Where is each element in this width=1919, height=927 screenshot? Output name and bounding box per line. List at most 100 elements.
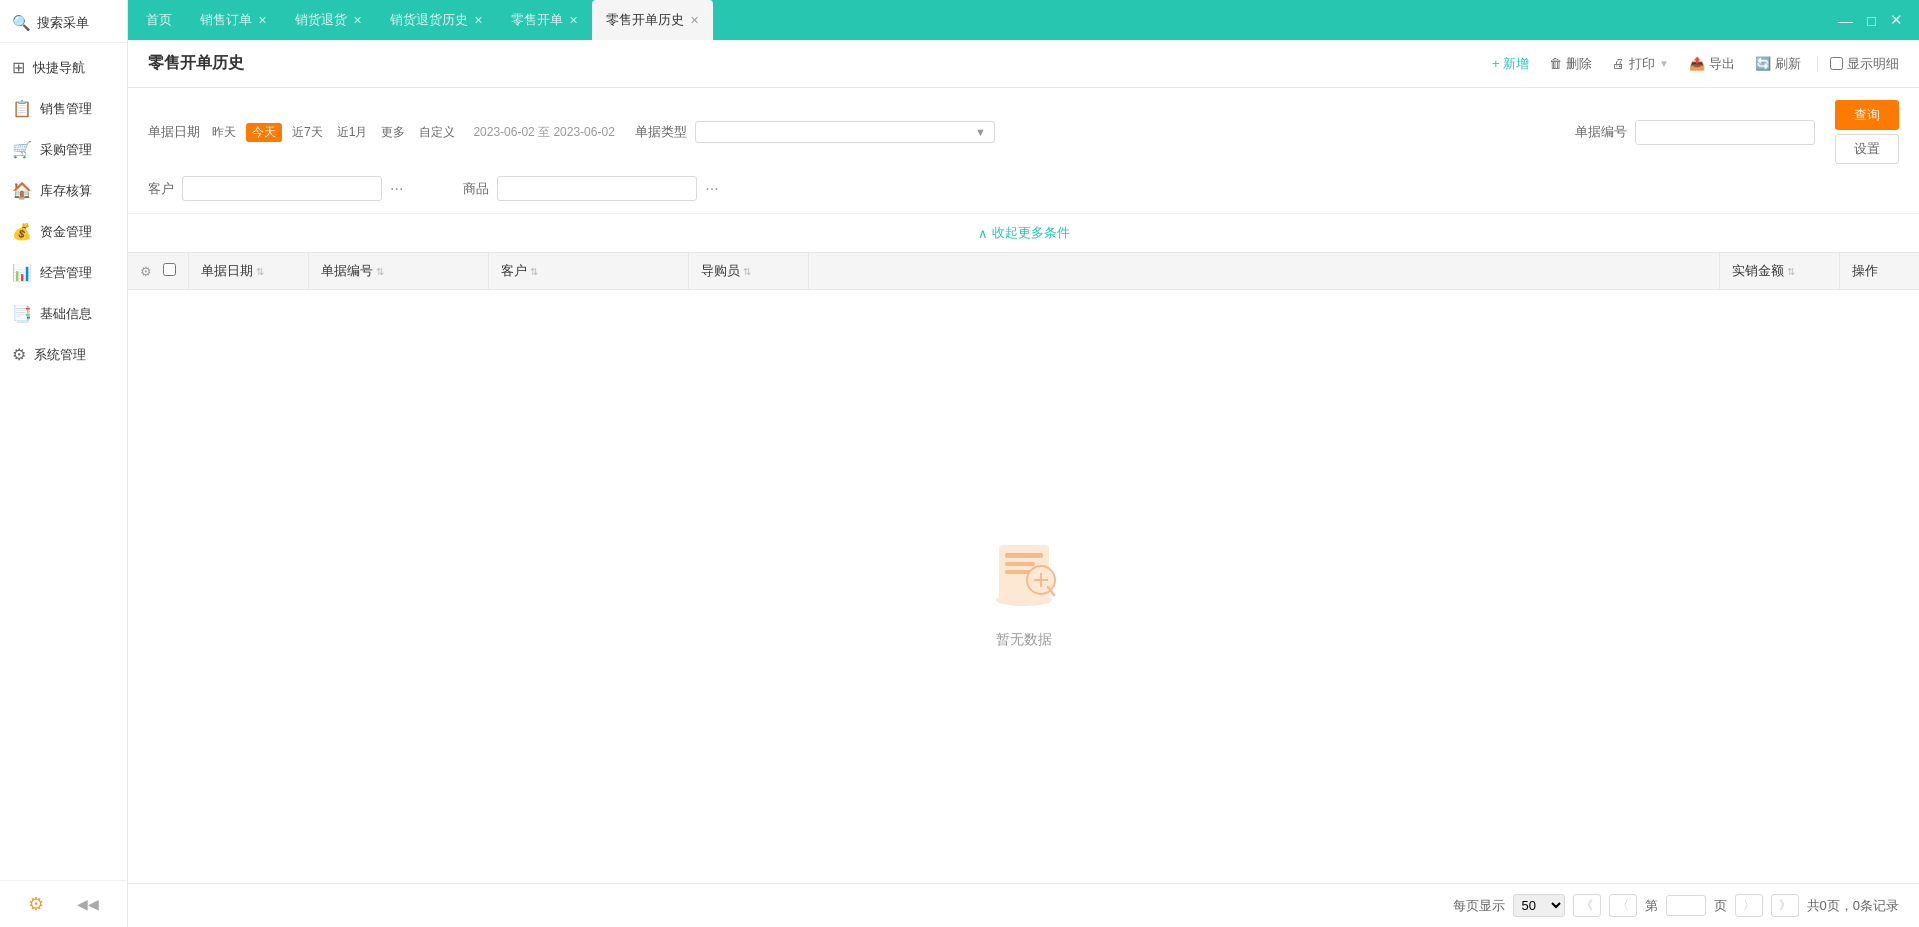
toolbar-separator: [1817, 56, 1818, 72]
tab-sales-return-history-close[interactable]: ✕: [474, 14, 483, 27]
export-button[interactable]: 📤 导出: [1685, 55, 1739, 73]
show-detail-label: 显示明细: [1847, 55, 1899, 73]
show-detail-checkbox[interactable]: [1830, 57, 1843, 70]
window-controls: — □ ✕: [1826, 11, 1915, 29]
goods-picker-icon[interactable]: ···: [705, 180, 718, 198]
more-shortcut[interactable]: 更多: [377, 123, 409, 142]
last-month-shortcut[interactable]: 近1月: [333, 123, 372, 142]
tab-sales-return-history-label: 销货退货历史: [390, 11, 468, 29]
client-input[interactable]: [182, 176, 382, 201]
finance-icon: 💰: [12, 222, 32, 241]
sidebar-item-label: 资金管理: [40, 223, 92, 241]
client-picker-icon[interactable]: ···: [390, 180, 403, 198]
sidebar-item-label: 销售管理: [40, 100, 92, 118]
date-filter-label: 单据日期: [148, 123, 200, 141]
sidebar-item-basic-info[interactable]: 📑 基础信息: [0, 293, 127, 334]
select-all-checkbox[interactable]: [163, 263, 176, 276]
prev-page-btn[interactable]: 〈: [1609, 894, 1637, 917]
tab-retail-open[interactable]: 零售开单 ✕: [497, 0, 592, 40]
client-filter-label: 客户: [148, 180, 174, 198]
delete-button[interactable]: 🗑 删除: [1545, 55, 1596, 73]
close-btn[interactable]: ✕: [1890, 11, 1903, 29]
tab-retail-history[interactable]: 零售开单历史 ✕: [592, 0, 713, 40]
today-shortcut[interactable]: 今天: [246, 123, 282, 142]
client-sort-icon[interactable]: ⇅: [530, 266, 538, 277]
goods-input[interactable]: [497, 176, 697, 201]
sidebar-menu: ⊞ 快捷导航 📋 销售管理 🛒 采购管理 🏠 库存核算 💰 资金管理 📊 经营管…: [0, 43, 127, 880]
custom-shortcut[interactable]: 自定义: [415, 123, 459, 142]
query-button[interactable]: 查询: [1835, 100, 1899, 130]
operations-icon: 📊: [12, 263, 32, 282]
yesterday-shortcut[interactable]: 昨天: [208, 123, 240, 142]
print-button[interactable]: 🖨 打印 ▼: [1608, 55, 1673, 73]
tab-home[interactable]: 首页: [132, 0, 186, 40]
sidebar-item-label: 系统管理: [34, 346, 86, 364]
tab-sales-return-close[interactable]: ✕: [353, 14, 362, 27]
filter-date-item: 单据日期 昨天 今天 近7天 近1月 更多 自定义 2023-06-02 至 2…: [148, 123, 615, 142]
col-num-label: 单据编号: [321, 262, 373, 280]
show-detail-toggle[interactable]: 显示明细: [1830, 55, 1899, 73]
print-label: 打印: [1629, 55, 1655, 73]
docnum-input[interactable]: [1635, 120, 1815, 145]
maximize-btn[interactable]: □: [1867, 12, 1876, 29]
last7days-shortcut[interactable]: 近7天: [288, 123, 327, 142]
collapse-filter-button[interactable]: ∧ 收起更多条件: [978, 218, 1070, 248]
pagination-summary: 共0页，0条记录: [1807, 897, 1899, 915]
filter-client-item: 客户 ···: [148, 176, 403, 201]
col-num-header: 单据编号 ⇅: [308, 253, 488, 290]
refresh-button[interactable]: 🔄 刷新: [1751, 55, 1805, 73]
search-menu-item[interactable]: 🔍 搜索采单: [0, 0, 127, 43]
tab-sales-return-history[interactable]: 销货退货历史 ✕: [376, 0, 497, 40]
per-page-select[interactable]: 50 10 20 100: [1513, 894, 1565, 917]
sidebar-item-label: 快捷导航: [33, 59, 85, 77]
table-settings-icon[interactable]: ⚙: [140, 264, 152, 279]
basic-info-icon: 📑: [12, 304, 32, 323]
sidebar-item-purchase-mgmt[interactable]: 🛒 采购管理: [0, 129, 127, 170]
amount-sort-icon[interactable]: ⇅: [1787, 266, 1795, 277]
next-page-btn[interactable]: 〉: [1735, 894, 1763, 917]
doctype-select[interactable]: ▼: [695, 121, 995, 143]
guide-sort-icon[interactable]: ⇅: [743, 266, 751, 277]
settings-button[interactable]: 设置: [1835, 134, 1899, 164]
goods-filter-label: 商品: [463, 180, 489, 198]
settings-icon[interactable]: ⚙: [28, 893, 44, 915]
print-icon: 🖨: [1612, 56, 1625, 71]
filter-collapse-row: ∧ 收起更多条件: [128, 213, 1919, 252]
quick-nav-icon: ⊞: [12, 58, 25, 77]
sidebar-item-finance[interactable]: 💰 资金管理: [0, 211, 127, 252]
col-op-header: 操作: [1839, 253, 1919, 290]
page-input[interactable]: 1: [1666, 895, 1706, 916]
sidebar-item-sales-mgmt[interactable]: 📋 销售管理: [0, 88, 127, 129]
tab-sales-order-close[interactable]: ✕: [258, 14, 267, 27]
tab-retail-open-close[interactable]: ✕: [569, 14, 578, 27]
date-sort-icon[interactable]: ⇅: [256, 266, 264, 277]
add-button[interactable]: + 新增: [1488, 55, 1533, 73]
filter-goods-item: 商品 ···: [463, 176, 718, 201]
collapse-sidebar-icon[interactable]: ◀◀: [77, 896, 99, 912]
sidebar-item-operations[interactable]: 📊 经营管理: [0, 252, 127, 293]
page-prefix-label: 第: [1645, 897, 1658, 915]
table-wrapper: ⚙ 单据日期 ⇅ 单据编号: [128, 252, 1919, 883]
last-page-btn[interactable]: 》: [1771, 894, 1799, 917]
page-suffix-label: 页: [1714, 897, 1727, 915]
tab-retail-history-close[interactable]: ✕: [690, 14, 699, 27]
tab-sales-order[interactable]: 销售订单 ✕: [186, 0, 281, 40]
sidebar-item-system[interactable]: ⚙ 系统管理: [0, 334, 127, 375]
print-chevron-icon: ▼: [1659, 58, 1669, 69]
tab-home-label: 首页: [146, 11, 172, 29]
tab-retail-history-label: 零售开单历史: [606, 11, 684, 29]
first-page-btn[interactable]: 《: [1573, 894, 1601, 917]
filter-area: 单据日期 昨天 今天 近7天 近1月 更多 自定义 2023-06-02 至 2…: [128, 88, 1919, 252]
sidebar-item-inventory[interactable]: 🏠 库存核算: [0, 170, 127, 211]
tab-sales-return[interactable]: 销货退货 ✕: [281, 0, 376, 40]
num-sort-icon[interactable]: ⇅: [376, 266, 384, 277]
sidebar-item-quick-nav[interactable]: ⊞ 快捷导航: [0, 47, 127, 88]
pagination-bar: 每页显示 50 10 20 100 《 〈 第 1 页 〉 》 共0页，0条记录: [128, 883, 1919, 927]
date-shortcuts: 昨天 今天 近7天 近1月 更多 自定义: [208, 123, 459, 142]
minimize-btn[interactable]: —: [1838, 12, 1853, 29]
inventory-icon: 🏠: [12, 181, 32, 200]
empty-icon: [979, 525, 1069, 615]
sidebar-item-label: 库存核算: [40, 182, 92, 200]
date-range-text: 2023-06-02 至 2023-06-02: [473, 124, 614, 141]
empty-text: 暂无数据: [996, 631, 1052, 649]
